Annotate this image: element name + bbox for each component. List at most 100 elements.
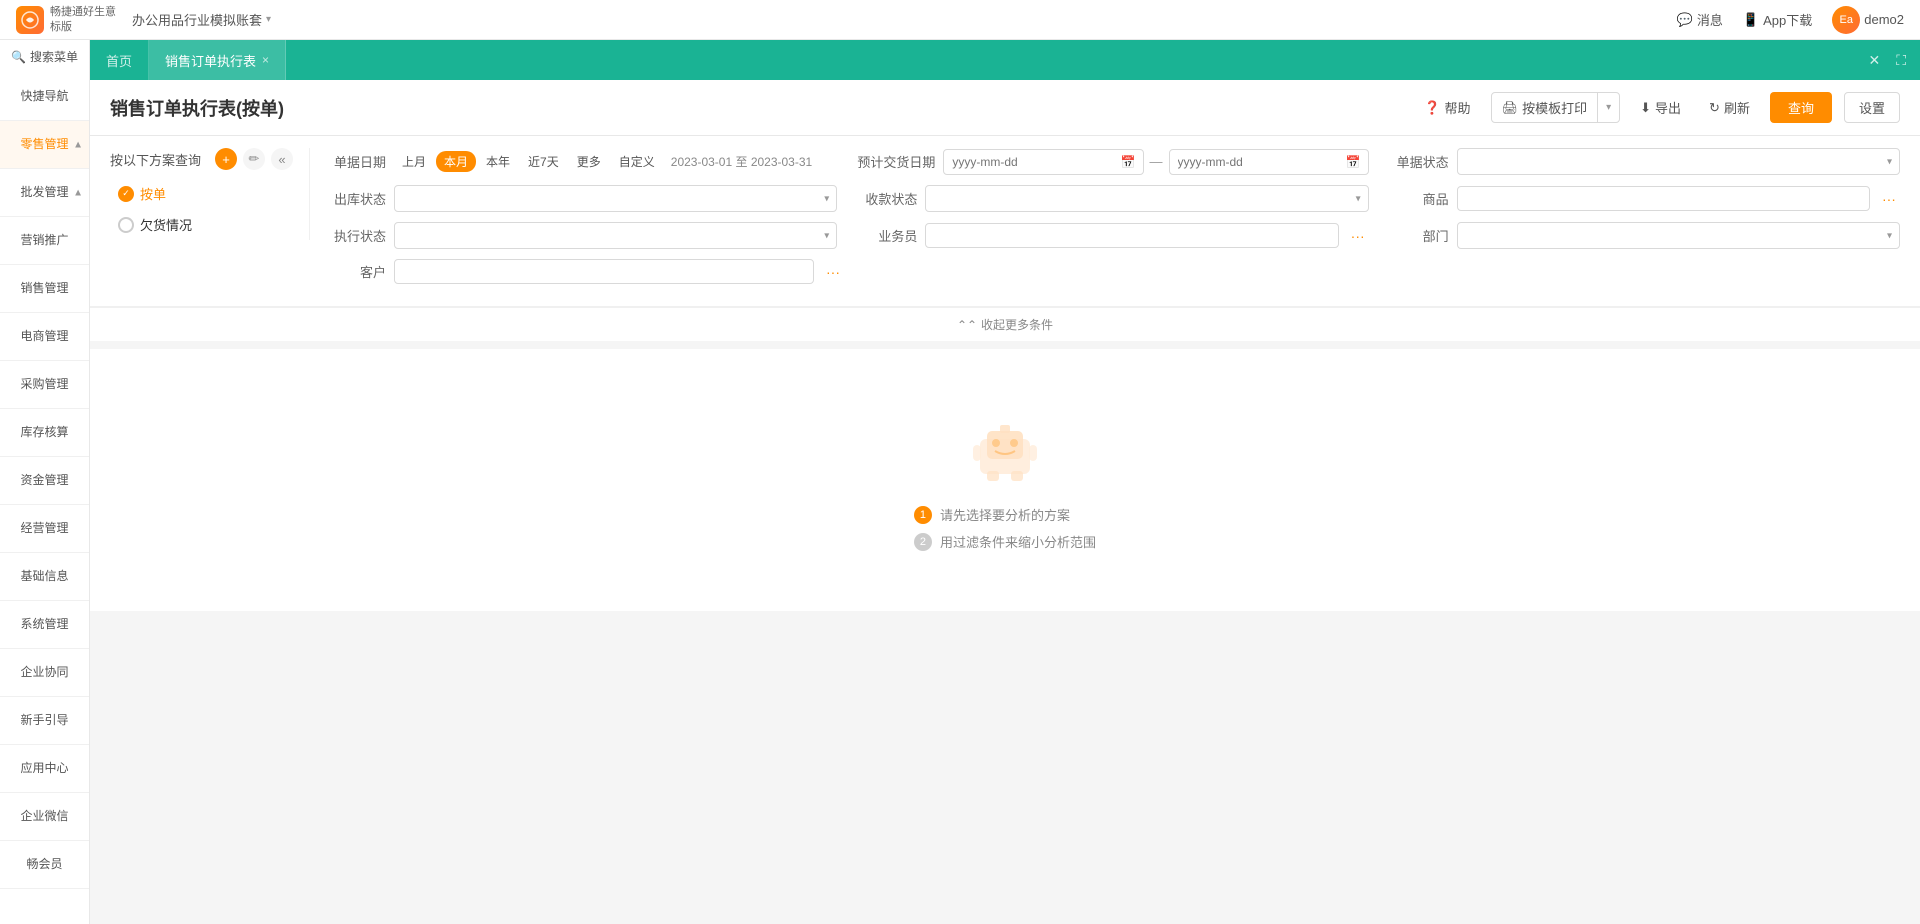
expected-date-start-wrap: 📅 (943, 149, 1143, 175)
app-selector-arrow-icon: ▾ (266, 14, 271, 25)
sidebar-item-operations[interactable]: 经营管理 (0, 505, 89, 553)
search-button[interactable]: 查询 (1770, 92, 1832, 123)
date-tab-lastmonth[interactable]: 上月 (394, 151, 434, 172)
tab-bar-actions: ✕ ⛶ (1854, 40, 1920, 80)
page-content: 销售订单执行表(按单) ❓ 帮助 🖨 按模板打印 ▾ ⬇ (90, 80, 1920, 924)
sidebar-item-corp[interactable]: 企业协同 (0, 649, 89, 697)
export-button[interactable]: ⬇ 导出 (1632, 94, 1689, 121)
expected-date-end-input[interactable] (1169, 149, 1369, 175)
customer-select-wrap (394, 259, 814, 284)
app-selector[interactable]: 办公用品行业模拟账套 ▾ (124, 6, 279, 33)
sidebar-item-purchase[interactable]: 采购管理 (0, 361, 89, 409)
exec-status-select[interactable] (394, 222, 837, 249)
edit-scheme-button[interactable]: ✏ (243, 148, 265, 170)
collapse-bar[interactable]: ⌃⌃ 收起更多条件 (90, 307, 1920, 341)
sidebar-item-wholesale[interactable]: 批发管理 ▲ (0, 169, 89, 217)
tab-bar: 首页 销售订单执行表 × ✕ ⛶ (90, 40, 1920, 80)
customer-more-button[interactable]: ··· (822, 262, 844, 282)
settings-button[interactable]: 设置 (1844, 92, 1900, 123)
logo-icon (16, 6, 44, 34)
add-scheme-button[interactable]: + (215, 148, 237, 170)
filter-group-customer: 客户 ··· (326, 259, 844, 284)
page-title: 销售订单执行表(按单) (110, 95, 284, 121)
date-tab-7days[interactable]: 近7天 (520, 151, 567, 172)
tab-close-button[interactable]: × (262, 53, 269, 67)
dept-select[interactable] (1457, 222, 1900, 249)
sidebar-item-sales[interactable]: 销售管理 (0, 265, 89, 313)
dept-select-wrap: ▾ (1457, 222, 1900, 249)
date-tab-more[interactable]: 更多 (569, 151, 609, 172)
date-tabs: 上月 本月 本年 近7天 更多 自定义 (394, 151, 663, 172)
sidebar-item-retail[interactable]: 零售管理 ▲ (0, 121, 89, 169)
refresh-button[interactable]: ↻ 刷新 (1701, 94, 1758, 121)
expected-date-start-input[interactable] (943, 149, 1143, 175)
avatar: Ea (1832, 6, 1860, 34)
receipt-status-select[interactable] (925, 185, 1368, 212)
salesperson-more-button[interactable]: ··· (1347, 226, 1369, 246)
help-icon: ❓ (1424, 100, 1440, 116)
empty-step-1: 1 请先选择要分析的方案 (914, 505, 1096, 524)
calendar-end-icon[interactable]: 📅 (1346, 155, 1361, 169)
tab-active[interactable]: 销售订单执行表 × (149, 40, 286, 80)
message-icon: 💬 (1677, 12, 1693, 28)
out-status-select[interactable] (394, 185, 837, 212)
sidebar: 🔍 搜索菜单 快捷导航 零售管理 ▲ 批发管理 ▲ 营销推广 销售管理 电商管理… (0, 40, 90, 924)
sidebar-item-system[interactable]: 系统管理 (0, 601, 89, 649)
date-tab-thismonth[interactable]: 本月 (436, 151, 476, 172)
doc-status-select[interactable] (1457, 148, 1900, 175)
salesperson-input[interactable] (925, 223, 1338, 248)
content-area: 首页 销售订单执行表 × ✕ ⛶ 销售订单执行表(按单) ❓ 帮助 (90, 40, 1920, 924)
date-range-expected: 📅 — 📅 (943, 149, 1368, 175)
print-dropdown-button[interactable]: ▾ (1598, 97, 1619, 118)
scheme-outline-icon (118, 217, 134, 233)
filter-group-dept: 部门 ▾ (1389, 222, 1900, 249)
filter-scheme-panel: 按以下方案查询 + ✏ « ✓ 按单 (110, 148, 310, 240)
sidebar-item-newbie[interactable]: 新手引导 (0, 697, 89, 745)
salesperson-select-wrap (925, 223, 1338, 248)
header-left: 畅捷通好生意 标版 办公用品行业模拟账套 ▾ (16, 5, 279, 34)
tab-home[interactable]: 首页 (90, 40, 149, 80)
refresh-icon: ↻ (1709, 100, 1720, 116)
scheme-actions: + ✏ « (215, 148, 293, 170)
filter-group-expected-date: 预计交货日期 📅 — 📅 (857, 149, 1368, 175)
filter-group-doc-status: 单据状态 ▾ (1389, 148, 1900, 175)
sidebar-item-basic[interactable]: 基础信息 (0, 553, 89, 601)
sidebar-item-wechat[interactable]: 企业微信 (0, 793, 89, 841)
filter-group-receipt-status: 收款状态 ▾ (857, 185, 1368, 212)
empty-step-2: 2 用过滤条件来缩小分析范围 (914, 532, 1096, 551)
sidebar-item-nav[interactable]: 快捷导航 (0, 73, 89, 121)
sidebar-item-apps[interactable]: 应用中心 (0, 745, 89, 793)
filter-area: 按以下方案查询 + ✏ « ✓ 按单 (90, 136, 1920, 341)
product-input[interactable] (1457, 186, 1870, 211)
messages-button[interactable]: 💬 消息 (1677, 10, 1723, 29)
expand-icon: ▲ (73, 187, 83, 198)
scheme-item-dan[interactable]: ✓ 按单 (110, 178, 293, 209)
sidebar-item-ecommerce[interactable]: 电商管理 (0, 313, 89, 361)
filter-group-product: 商品 ··· (1389, 186, 1900, 211)
logo-area: 畅捷通好生意 标版 (16, 5, 116, 34)
empty-illustration (965, 409, 1045, 489)
maximize-icon[interactable]: ⛶ (1892, 50, 1910, 71)
sidebar-item-member[interactable]: 畅会员 (0, 841, 89, 889)
filter-row-4: 客户 ··· (326, 259, 1900, 284)
filter-group-date: 单据日期 上月 本月 本年 近7天 更多 自定义 2023-03-01 至 20… (326, 151, 837, 172)
minimize-icon[interactable]: ✕ (1864, 50, 1884, 71)
filter-row-1: 单据日期 上月 本月 本年 近7天 更多 自定义 2023-03-01 至 20… (326, 148, 1900, 175)
collapse-scheme-button[interactable]: « (271, 148, 293, 170)
customer-input[interactable] (394, 259, 814, 284)
filter-scheme-header: 按以下方案查询 + ✏ « (110, 148, 293, 170)
sidebar-item-marketing[interactable]: 营销推广 (0, 217, 89, 265)
help-button[interactable]: ❓ 帮助 (1416, 94, 1478, 121)
product-more-button[interactable]: ··· (1878, 189, 1900, 209)
sidebar-item-inventory[interactable]: 库存核算 (0, 409, 89, 457)
app-download-button[interactable]: 📱 App下载 (1743, 10, 1812, 29)
calendar-start-icon[interactable]: 📅 (1121, 155, 1136, 169)
scheme-dot-icon: ✓ (118, 186, 134, 202)
sidebar-item-finance[interactable]: 资金管理 (0, 457, 89, 505)
date-tab-custom[interactable]: 自定义 (611, 151, 663, 172)
user-profile-button[interactable]: Ea demo2 (1832, 6, 1904, 34)
print-button[interactable]: 🖨 按模板打印 (1492, 93, 1599, 122)
date-tab-thisyear[interactable]: 本年 (478, 151, 518, 172)
search-menu-button[interactable]: 🔍 搜索菜单 (0, 40, 89, 73)
scheme-item-qianhuo[interactable]: 欠货情况 (110, 209, 293, 240)
